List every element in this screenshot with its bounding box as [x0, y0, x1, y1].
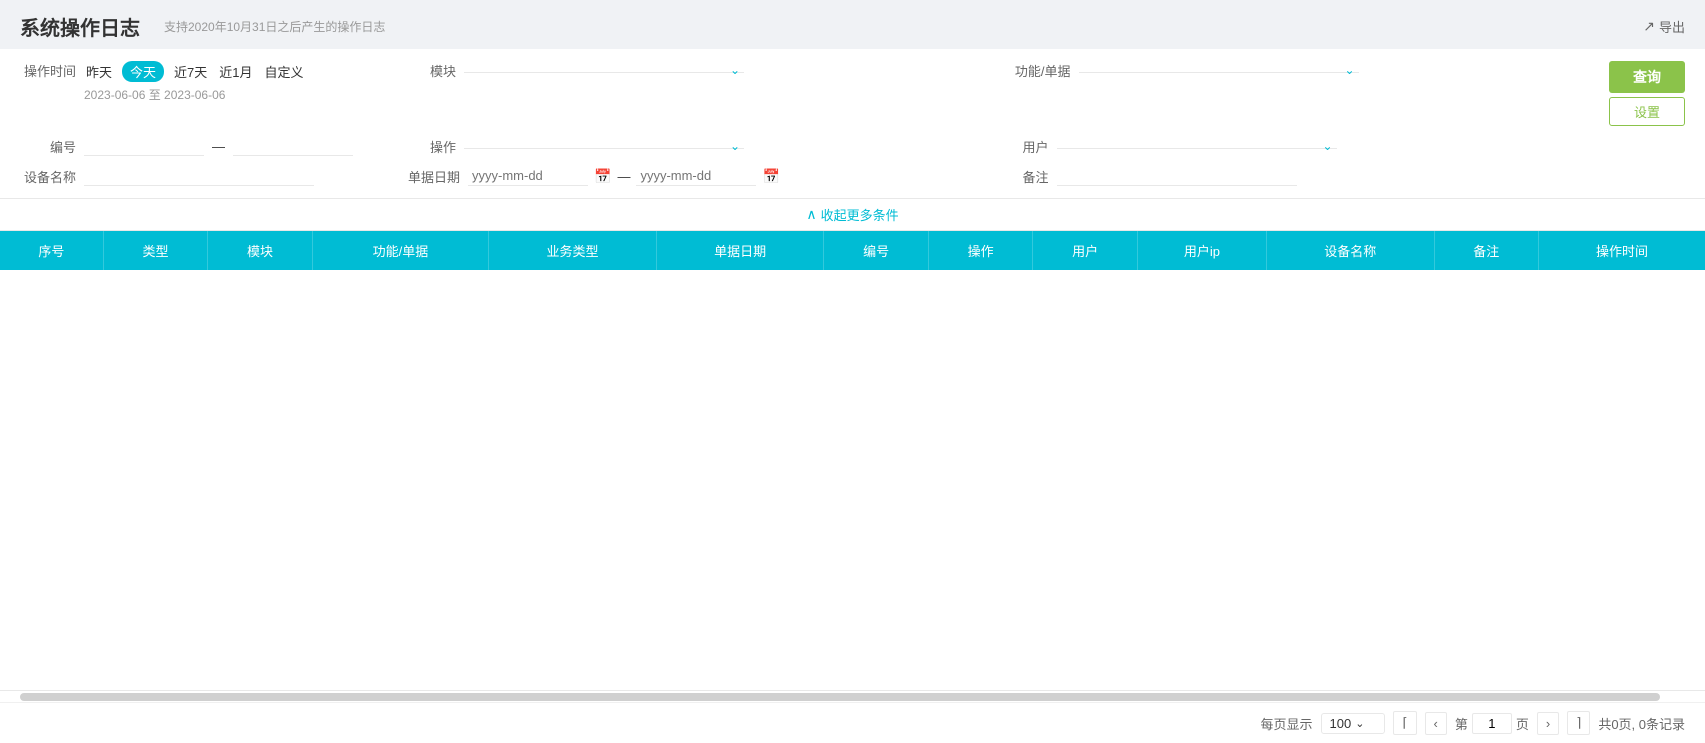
- per-page-chevron-icon: ⌄: [1355, 717, 1364, 730]
- col-num: 编号: [824, 231, 928, 270]
- page-unit: 页: [1516, 714, 1529, 733]
- user-chevron-icon: ⌄: [1322, 139, 1332, 153]
- time-btn-1month[interactable]: 近1月: [217, 61, 254, 82]
- num-range: —: [84, 136, 353, 156]
- op-select[interactable]: ⌄: [464, 144, 744, 149]
- col-seq: 序号: [0, 231, 103, 270]
- per-page-value: 100: [1330, 716, 1352, 731]
- scrollbar-thumb: [20, 693, 1660, 701]
- per-page-select[interactable]: 100 ⌄: [1321, 713, 1386, 734]
- page-num-input[interactable]: [1472, 713, 1512, 734]
- op-time-label: 操作时间: [20, 61, 76, 80]
- date-range: 📅 — 📅: [468, 166, 780, 186]
- table-container: 序号 类型 模块 功能/单据 业务类型 单据日期 编号 操作 用户 用户ip 设…: [0, 231, 1705, 690]
- num-from-input[interactable]: [84, 136, 204, 156]
- table-header-row: 序号 类型 模块 功能/单据 业务类型 单据日期 编号 操作 用户 用户ip 设…: [0, 231, 1705, 270]
- data-table: 序号 类型 模块 功能/单据 业务类型 单据日期 编号 操作 用户 用户ip 设…: [0, 231, 1705, 270]
- time-btn-today[interactable]: 今天: [122, 61, 164, 82]
- col-remark: 备注: [1434, 231, 1538, 270]
- date-to-input[interactable]: [636, 166, 756, 186]
- col-device: 设备名称: [1266, 231, 1434, 270]
- func-label: 功能/单据: [1015, 61, 1071, 80]
- per-page-label: 每页显示: [1261, 714, 1313, 733]
- scrollbar-area[interactable]: [0, 690, 1705, 702]
- filter-area: 操作时间 昨天 今天 近7天 近1月 自定义 2023-06-06 至 2023…: [0, 49, 1705, 199]
- op-label: 操作: [400, 137, 456, 156]
- col-op-time: 操作时间: [1539, 231, 1705, 270]
- date-from-calendar-icon[interactable]: 📅: [594, 168, 611, 185]
- module-select[interactable]: ⌄: [464, 68, 744, 73]
- page-total: 共0页, 0条记录: [1598, 714, 1685, 733]
- page-header: 系统操作日志 支持2020年10月31日之后产生的操作日志 ↗ 导出: [0, 0, 1705, 49]
- prev-page-button[interactable]: ‹: [1425, 712, 1447, 735]
- date-from-input[interactable]: [468, 166, 588, 186]
- module-label: 模块: [400, 61, 456, 80]
- col-user: 用户: [1033, 231, 1137, 270]
- op-chevron-icon: ⌄: [730, 139, 740, 153]
- page-info: 第 页: [1455, 713, 1529, 734]
- col-doc-date: 单据日期: [656, 231, 824, 270]
- user-select[interactable]: ⌄: [1057, 144, 1337, 149]
- collapse-chevron-icon: ∧: [806, 206, 816, 223]
- doc-date-label: 单据日期: [400, 167, 460, 186]
- time-btn-yesterday[interactable]: 昨天: [84, 61, 114, 82]
- export-button[interactable]: ↗ 导出: [1643, 17, 1685, 36]
- device-label: 设备名称: [20, 167, 76, 186]
- col-op: 操作: [928, 231, 1032, 270]
- date-to-calendar-icon[interactable]: 📅: [762, 168, 779, 185]
- module-chevron-icon: ⌄: [730, 63, 740, 77]
- settings-button[interactable]: 设置: [1609, 97, 1685, 126]
- func-chevron-icon: ⌄: [1344, 63, 1354, 77]
- first-page-button[interactable]: ⌈: [1393, 711, 1416, 735]
- last-page-button[interactable]: ⌉: [1567, 711, 1590, 735]
- col-biz-type: 业务类型: [489, 231, 657, 270]
- export-icon: ↗: [1643, 18, 1655, 35]
- user-label: 用户: [993, 137, 1049, 156]
- collapse-bar[interactable]: ∧ 收起更多条件: [0, 199, 1705, 231]
- page-title: 系统操作日志: [20, 12, 140, 41]
- col-type: 类型: [103, 231, 207, 270]
- pagination: 每页显示 100 ⌄ ⌈ ‹ 第 页 › ⌉ 共0页, 0条记录: [0, 702, 1705, 743]
- remark-input[interactable]: [1057, 166, 1297, 186]
- page-subtitle: 支持2020年10月31日之后产生的操作日志: [164, 18, 385, 35]
- op-time-range: 2023-06-06 至 2023-06-06: [84, 86, 306, 103]
- collapse-label: 收起更多条件: [821, 205, 899, 224]
- next-page-button[interactable]: ›: [1537, 712, 1559, 735]
- query-button[interactable]: 查询: [1609, 61, 1685, 93]
- col-func: 功能/单据: [312, 231, 488, 270]
- time-buttons-group: 昨天 今天 近7天 近1月 自定义: [84, 61, 306, 82]
- func-select[interactable]: ⌄: [1079, 68, 1359, 73]
- date-dash: —: [617, 169, 630, 184]
- device-input[interactable]: [84, 166, 314, 186]
- page-label: 第: [1455, 714, 1468, 733]
- remark-label: 备注: [993, 167, 1049, 186]
- page-container: 系统操作日志 支持2020年10月31日之后产生的操作日志 ↗ 导出 操作时间 …: [0, 0, 1705, 743]
- num-to-input[interactable]: [233, 136, 353, 156]
- col-module: 模块: [208, 231, 312, 270]
- time-btn-7days[interactable]: 近7天: [172, 61, 209, 82]
- time-btn-custom[interactable]: 自定义: [263, 61, 306, 82]
- action-buttons: 查询 设置: [1609, 61, 1685, 126]
- col-user-ip: 用户ip: [1137, 231, 1266, 270]
- num-label: 编号: [20, 137, 76, 156]
- num-dash: —: [212, 139, 225, 154]
